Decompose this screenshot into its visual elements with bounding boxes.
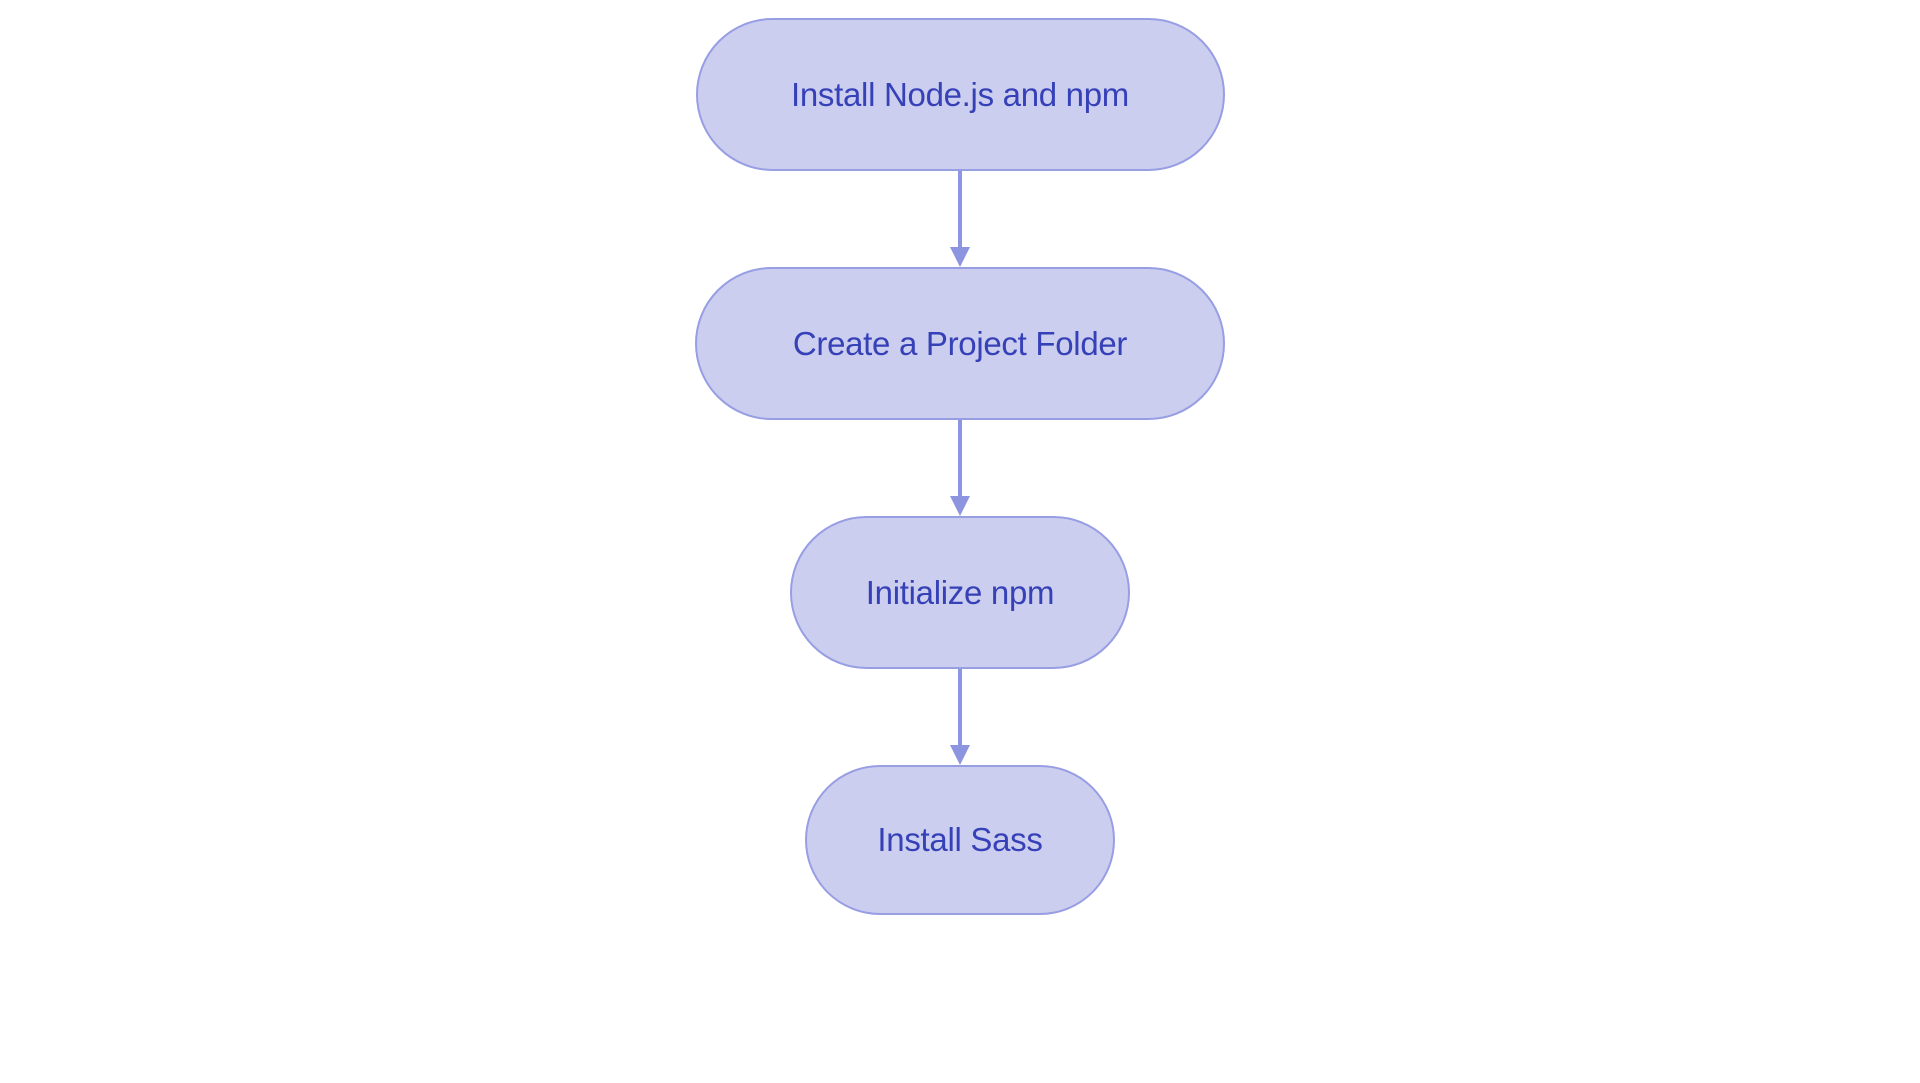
flowchart-arrow bbox=[945, 669, 975, 765]
flowchart: Install Node.js and npm Create a Project… bbox=[695, 18, 1225, 915]
node-label: Install Sass bbox=[877, 821, 1042, 859]
node-label: Initialize npm bbox=[866, 574, 1054, 612]
arrow-down-icon bbox=[945, 171, 975, 267]
node-label: Create a Project Folder bbox=[793, 325, 1127, 363]
flowchart-node-initialize-npm: Initialize npm bbox=[790, 516, 1130, 669]
flowchart-arrow bbox=[945, 420, 975, 516]
flowchart-node-install-nodejs: Install Node.js and npm bbox=[696, 18, 1225, 171]
flowchart-arrow bbox=[945, 171, 975, 267]
node-label: Install Node.js and npm bbox=[791, 76, 1129, 114]
arrow-down-icon bbox=[945, 420, 975, 516]
flowchart-node-install-sass: Install Sass bbox=[805, 765, 1115, 915]
arrow-down-icon bbox=[945, 669, 975, 765]
flowchart-node-create-folder: Create a Project Folder bbox=[695, 267, 1225, 420]
